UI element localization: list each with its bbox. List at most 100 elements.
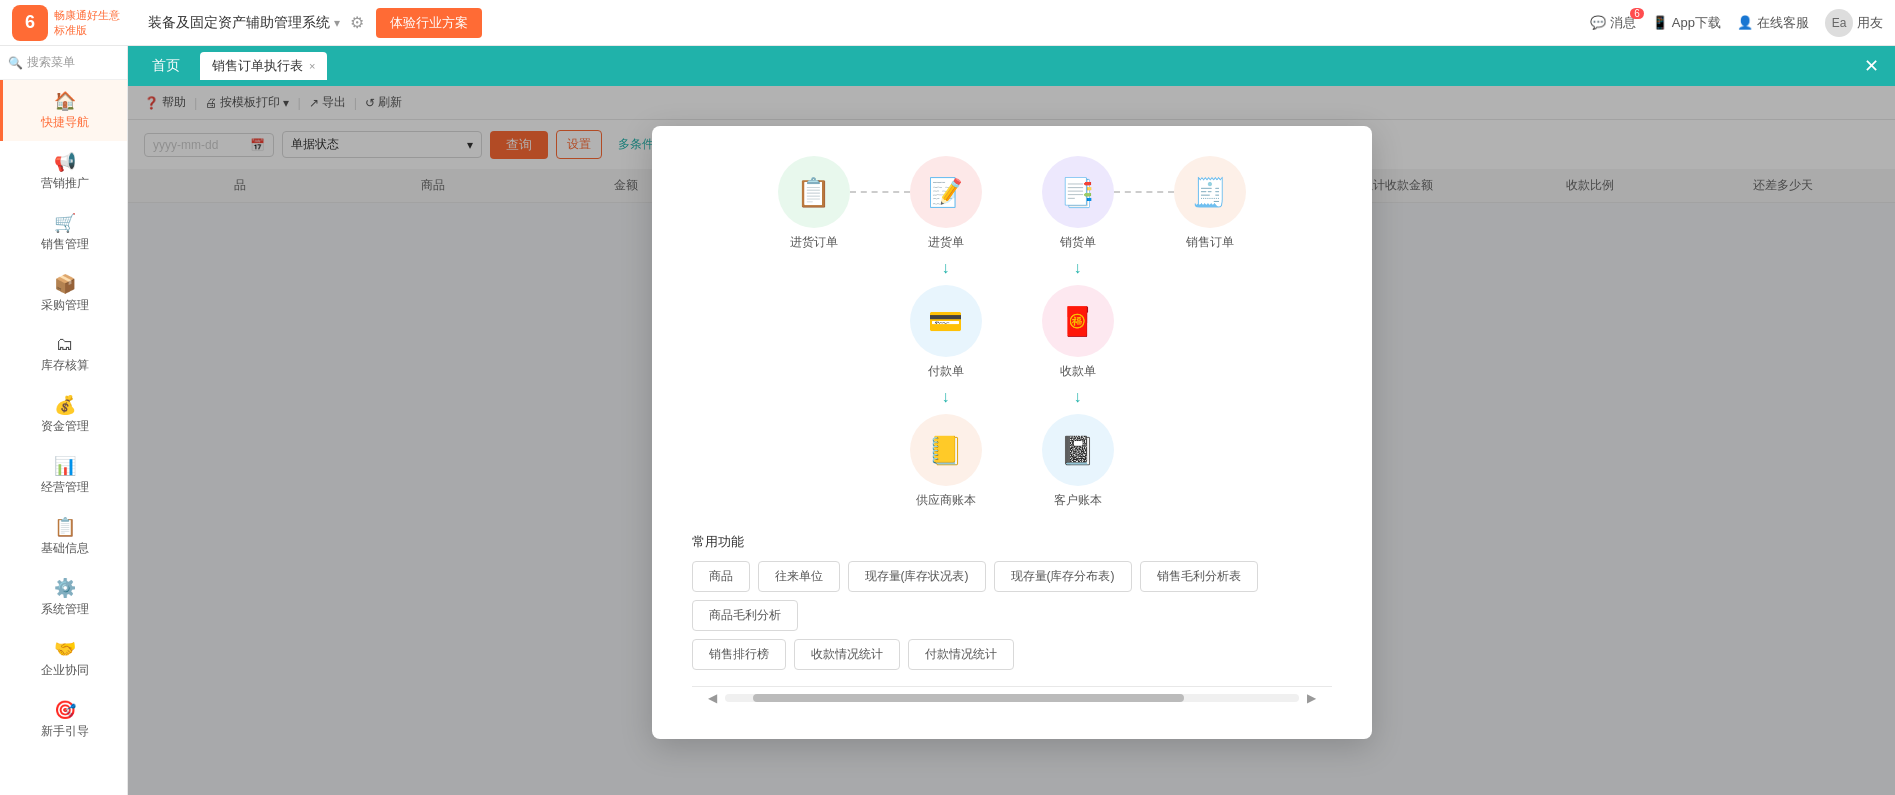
- sidebar-item-inventory[interactable]: 🗂 库存核算: [0, 324, 127, 384]
- sidebar-item-purchase[interactable]: 📦 采购管理: [0, 263, 127, 324]
- user-area[interactable]: Ea 用友: [1825, 9, 1883, 37]
- sales-order-label: 销售订单: [1186, 234, 1234, 251]
- flow-col-1: 📝 进货单 ↓ 💳 付款单 ↓: [910, 156, 982, 509]
- tab-bar: 首页 销售订单执行表 × ✕: [128, 46, 1895, 86]
- sidebar-item-quick-nav[interactable]: 🏠 快捷导航: [0, 80, 127, 141]
- arrow-down-2: ↓: [942, 388, 950, 406]
- sidebar-item-enterprise[interactable]: 🤝 企业协同: [0, 628, 127, 689]
- online-service-btn[interactable]: 👤 在线客服: [1737, 14, 1809, 32]
- system-title-area: 装备及固定资产辅助管理系统 ▾ ⚙: [148, 13, 364, 32]
- flow-node-sales-bill[interactable]: 📑 销货单: [1042, 156, 1114, 251]
- arrow-0-1: [850, 191, 910, 193]
- supplier-ledger-label: 供应商账本: [916, 492, 976, 509]
- payment-label: 付款单: [928, 363, 964, 380]
- sidebar-item-finance[interactable]: 💰 资金管理: [0, 384, 127, 445]
- customer-ledger-circle: 📓: [1042, 414, 1114, 486]
- scroll-thumb: [753, 694, 1184, 702]
- func-btn-sales-rank[interactable]: 销售排行榜: [692, 639, 786, 670]
- download-icon: 📱: [1652, 15, 1668, 30]
- arrow-down-3: ↓: [1074, 259, 1082, 277]
- message-icon: 💬: [1590, 15, 1606, 30]
- purchase-icon: 📦: [54, 273, 76, 295]
- flow-node-purchase-order[interactable]: 📋 进货订单: [778, 156, 850, 251]
- sidebar-item-basic-info[interactable]: 📋 基础信息: [0, 506, 127, 567]
- func-btn-partner[interactable]: 往来单位: [758, 561, 840, 592]
- sidebar-search[interactable]: 🔍 搜索菜单: [0, 46, 127, 80]
- settings-icon[interactable]: ⚙: [350, 13, 364, 32]
- message-badge: 6: [1630, 8, 1644, 19]
- inventory-icon: 🗂: [56, 334, 74, 355]
- sidebar-item-operations[interactable]: 📊 经营管理: [0, 445, 127, 506]
- content-area: 首页 销售订单执行表 × ✕ ❓ 帮助 |: [128, 46, 1895, 795]
- tab-sales-order[interactable]: 销售订单执行表 ×: [200, 52, 327, 80]
- sidebar-item-sys-mgmt[interactable]: ⚙️ 系统管理: [0, 567, 127, 628]
- flow-node-purchase-bill[interactable]: 📝 进货单: [910, 156, 982, 251]
- sales-icon: 🛒: [54, 212, 76, 234]
- logo-text: 畅康通好生意 标准版: [54, 8, 120, 37]
- tab-home[interactable]: 首页: [136, 46, 196, 86]
- top-right-area: 💬 消息 6 📱 App下载 👤 在线客服 Ea 用友: [1590, 9, 1883, 37]
- search-icon: 🔍: [8, 56, 23, 70]
- receipt-circle: 🧧: [1042, 285, 1114, 357]
- flow-node-payment[interactable]: 💳 付款单: [910, 285, 982, 380]
- func-btn-stock-status[interactable]: 现存量(库存状况表): [848, 561, 986, 592]
- common-func-section: 常用功能 商品 往来单位 现存量(库存状况表) 现存量(库存分布表) 销售毛利分…: [692, 533, 1332, 670]
- avatar: Ea: [1825, 9, 1853, 37]
- window-close-btn[interactable]: ✕: [1856, 56, 1887, 76]
- basic-info-icon: 📋: [54, 516, 76, 538]
- sys-mgmt-icon: ⚙️: [54, 577, 76, 599]
- sidebar: 🔍 搜索菜单 🏠 快捷导航 📢 营销推广 🛒 销售管理 📦 采购管理: [0, 46, 128, 795]
- message-btn[interactable]: 💬 消息 6: [1590, 14, 1636, 32]
- arrow-down-1: ↓: [942, 259, 950, 277]
- app-wrapper: 6 畅康通好生意 标准版 装备及固定资产辅助管理系统 ▾ ⚙ 体验行业方案 💬 …: [0, 0, 1895, 795]
- func-btns-row1: 商品 往来单位 现存量(库存状况表) 现存量(库存分布表) 销售毛利分析表 商品…: [692, 561, 1332, 631]
- sidebar-item-marketing[interactable]: 📢 营销推广: [0, 141, 127, 202]
- arrow-down-4: ↓: [1074, 388, 1082, 406]
- finance-icon: 💰: [54, 394, 76, 416]
- func-btn-product-profit[interactable]: 商品毛利分析: [692, 600, 798, 631]
- scroll-track[interactable]: [725, 694, 1299, 702]
- app-download-btn[interactable]: 📱 App下载: [1652, 14, 1721, 32]
- quick-nav-icon: 🏠: [54, 90, 76, 112]
- sidebar-item-sales[interactable]: 🛒 销售管理: [0, 202, 127, 263]
- flow-node-supplier-ledger[interactable]: 📒 供应商账本: [910, 414, 982, 509]
- scroll-left-btn[interactable]: ◀: [708, 691, 717, 705]
- sales-bill-circle: 📑: [1042, 156, 1114, 228]
- payment-circle: 💳: [910, 285, 982, 357]
- logo-area: 6 畅康通好生意 标准版: [12, 5, 140, 41]
- flow-modal: 📋 进货订单 📝: [652, 126, 1372, 739]
- func-btn-receipt-stat[interactable]: 收款情况统计: [794, 639, 900, 670]
- flow-col-0: 📋 进货订单: [778, 156, 850, 251]
- sales-bill-label: 销货单: [1060, 234, 1096, 251]
- func-btn-product[interactable]: 商品: [692, 561, 750, 592]
- service-icon: 👤: [1737, 15, 1753, 30]
- tab-close-icon[interactable]: ×: [309, 60, 315, 72]
- marketing-icon: 📢: [54, 151, 76, 173]
- system-dropdown-icon[interactable]: ▾: [334, 16, 340, 30]
- purchase-order-label: 进货订单: [790, 234, 838, 251]
- enterprise-icon: 🤝: [54, 638, 76, 660]
- flow-node-customer-ledger[interactable]: 📓 客户账本: [1042, 414, 1114, 509]
- flow-col-2: 📑 销货单 ↓ 🧧 收款单 ↓: [1042, 156, 1114, 509]
- main-area: 🔍 搜索菜单 🏠 快捷导航 📢 营销推广 🛒 销售管理 📦 采购管理: [0, 46, 1895, 795]
- func-btn-payment-stat[interactable]: 付款情况统计: [908, 639, 1014, 670]
- page-content: ❓ 帮助 | 🖨 按模板打印 ▾ | ↗ 导出 |: [128, 86, 1895, 795]
- tab-bar-right: ✕: [1856, 55, 1887, 77]
- flow-diagram: 📋 进货订单 📝: [692, 156, 1332, 509]
- func-btns-row2: 销售排行榜 收款情况统计 付款情况统计: [692, 639, 1332, 670]
- func-btn-stock-dist[interactable]: 现存量(库存分布表): [994, 561, 1132, 592]
- flow-col-3: 🧾 销售订单: [1174, 156, 1246, 251]
- sales-order-circle: 🧾: [1174, 156, 1246, 228]
- supplier-ledger-circle: 📒: [910, 414, 982, 486]
- operations-icon: 📊: [54, 455, 76, 477]
- top-bar: 6 畅康通好生意 标准版 装备及固定资产辅助管理系统 ▾ ⚙ 体验行业方案 💬 …: [0, 0, 1895, 46]
- purchase-order-circle: 📋: [778, 156, 850, 228]
- func-btn-sales-profit[interactable]: 销售毛利分析表: [1140, 561, 1258, 592]
- customer-ledger-label: 客户账本: [1054, 492, 1102, 509]
- system-title: 装备及固定资产辅助管理系统: [148, 14, 330, 32]
- scroll-right-btn[interactable]: ▶: [1307, 691, 1316, 705]
- flow-node-receipt[interactable]: 🧧 收款单: [1042, 285, 1114, 380]
- sidebar-item-newbie[interactable]: 🎯 新手引导: [0, 689, 127, 750]
- trial-button[interactable]: 体验行业方案: [376, 8, 482, 38]
- flow-node-sales-order[interactable]: 🧾 销售订单: [1174, 156, 1246, 251]
